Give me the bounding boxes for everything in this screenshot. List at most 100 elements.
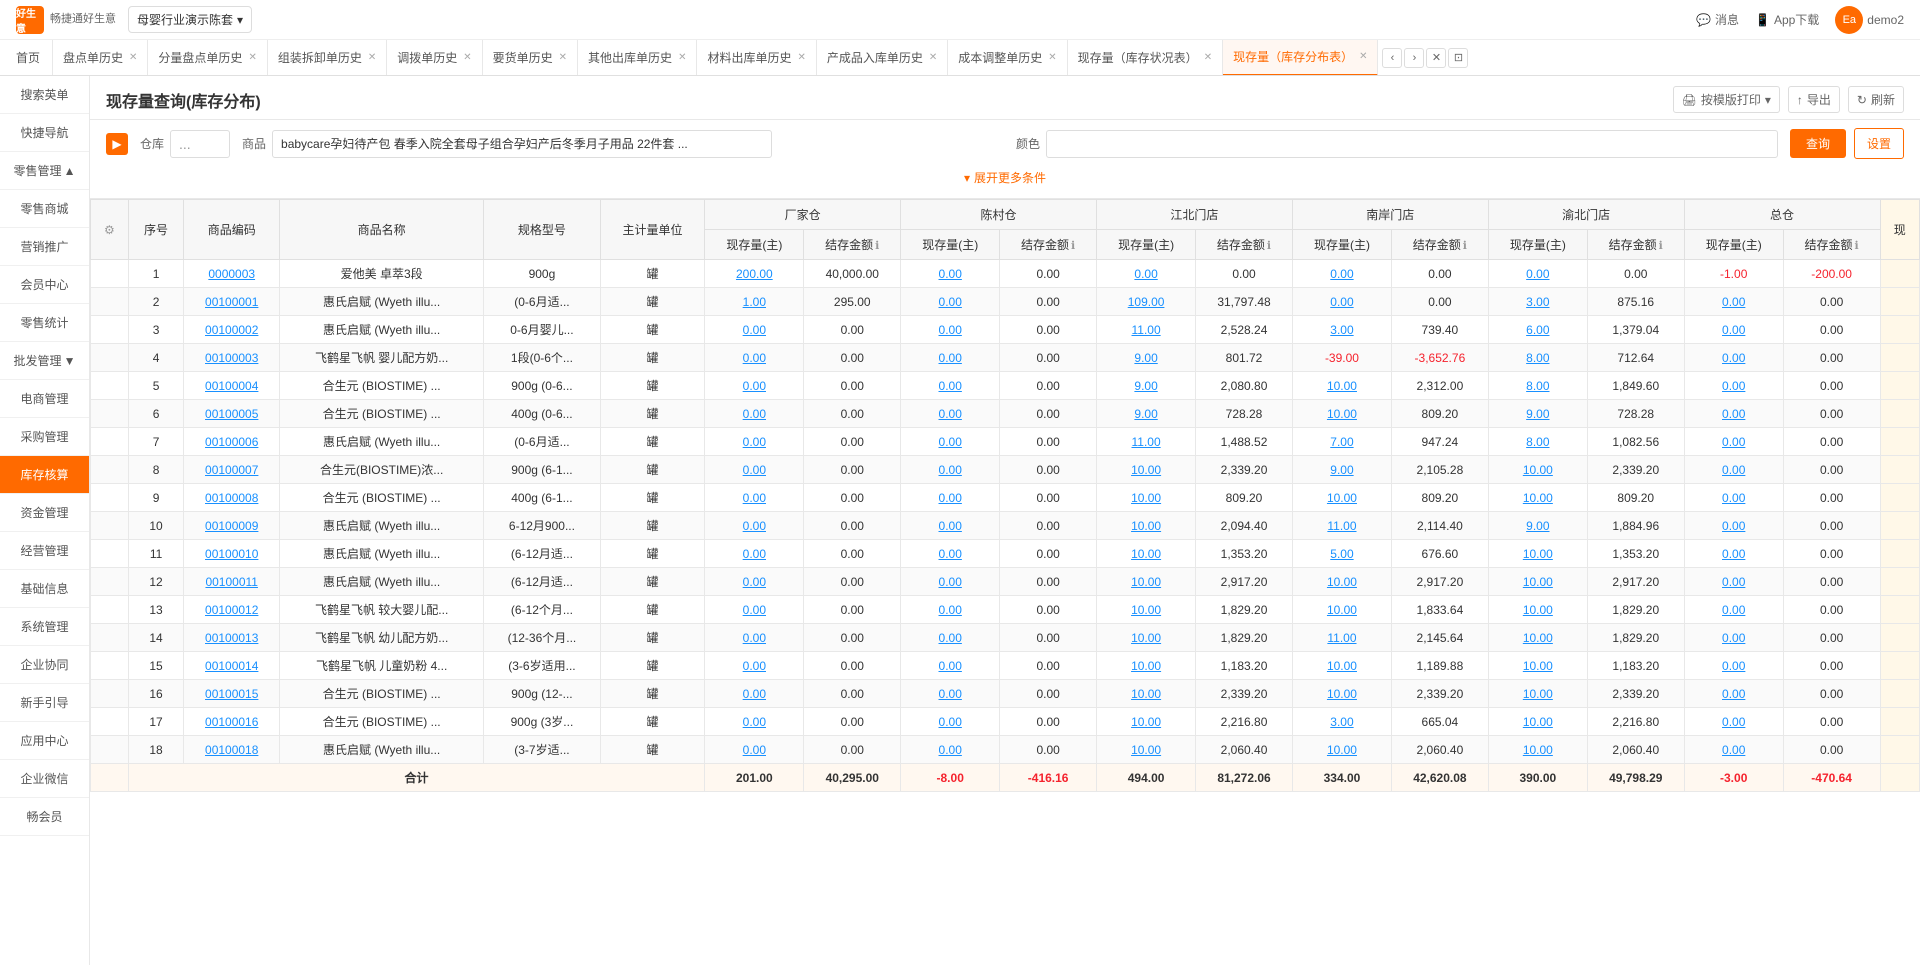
cell-jiangbeiamt: 0.00: [1196, 260, 1293, 288]
tab-pandian[interactable]: 盘点单历史✕: [53, 40, 148, 76]
tab-diaopo[interactable]: 调拨单历史✕: [387, 40, 482, 76]
tab-xiancunliang2[interactable]: 现存量（库存分布表）✕: [1223, 40, 1378, 76]
close-icon[interactable]: ✕: [129, 52, 137, 63]
refresh-btn[interactable]: ↻ 刷新: [1848, 86, 1904, 113]
info-icon[interactable]: ℹ: [1463, 240, 1467, 252]
tab-home[interactable]: 首页: [4, 40, 53, 76]
cell-chenamt: 0.00: [1000, 428, 1097, 456]
close-icon[interactable]: ✕: [1204, 52, 1212, 63]
tab-zuzhuan[interactable]: 组装拆卸单历史✕: [268, 40, 387, 76]
warehouse-input[interactable]: ...: [170, 130, 230, 158]
tab-xiancunliang1[interactable]: 现存量（库存状况表）✕: [1068, 40, 1223, 76]
cell-yubeiamt: 875.16: [1587, 288, 1684, 316]
message-action[interactable]: 💬 消息: [1696, 11, 1739, 28]
sidebar-item-guide[interactable]: 新手引导: [0, 684, 89, 722]
cell-nanaqty: 5.00: [1292, 540, 1391, 568]
tab-yaohuo[interactable]: 要货单历史✕: [483, 40, 578, 76]
export-btn[interactable]: ↑ 导出: [1788, 86, 1840, 113]
sidebar-item-ecommerce[interactable]: 电商管理: [0, 380, 89, 418]
sidebar-item-retail-shop[interactable]: 零售商城: [0, 190, 89, 228]
close-icon[interactable]: ✕: [797, 52, 805, 63]
cell-yubeiqty: 10.00: [1488, 540, 1587, 568]
sidebar-item-nav[interactable]: 快捷导航: [0, 114, 89, 152]
sidebar-item-inventory[interactable]: 库存核算: [0, 456, 89, 494]
sidebar-item-member[interactable]: 会员中心: [0, 266, 89, 304]
close-icon[interactable]: ✕: [1359, 51, 1367, 62]
tab-chengbentiaoz[interactable]: 成本调整单历史✕: [948, 40, 1067, 76]
warehouse-field: 仓库 ...: [140, 130, 230, 158]
sidebar-item-enterprise[interactable]: 企业协同: [0, 646, 89, 684]
cell-unit: 罐: [600, 596, 705, 624]
close-icon[interactable]: ✕: [559, 52, 567, 63]
close-icon[interactable]: ✕: [929, 52, 937, 63]
cell-no: 5: [128, 372, 184, 400]
close-icon[interactable]: ✕: [463, 52, 471, 63]
user-area[interactable]: Ea demo2: [1835, 6, 1904, 34]
gear-icon[interactable]: ⚙: [104, 223, 115, 237]
cell-yubeiamt: 2,339.20: [1587, 456, 1684, 484]
tab-next-btn[interactable]: ›: [1404, 48, 1424, 68]
info-icon[interactable]: ℹ: [1659, 240, 1663, 252]
cell-jiangbeiamt: 2,917.20: [1196, 568, 1293, 596]
collapse-btn[interactable]: ▶: [106, 133, 128, 155]
cell-settings: [91, 288, 129, 316]
sidebar-item-retail-stats[interactable]: 零售统计: [0, 304, 89, 342]
industry-selector[interactable]: 母婴行业演示陈套 ▾: [128, 6, 252, 33]
tab-chanpinruku[interactable]: 产成品入库单历史✕: [817, 40, 948, 76]
sidebar-item-search[interactable]: 搜索英单: [0, 76, 89, 114]
cell-code: 00100008: [184, 484, 280, 512]
sidebar-item-wechat[interactable]: 企业微信: [0, 760, 89, 798]
tab-prev-btn[interactable]: ‹: [1382, 48, 1402, 68]
sidebar-item-marketing[interactable]: 营销推广: [0, 228, 89, 266]
print-btn[interactable]: 🖨 按模版打印 ▾: [1673, 86, 1780, 113]
expand-conditions-btn[interactable]: ▾ 展开更多条件: [956, 165, 1054, 190]
sidebar-item-apps[interactable]: 应用中心: [0, 722, 89, 760]
info-icon[interactable]: ℹ: [875, 240, 879, 252]
info-icon[interactable]: ℹ: [1855, 240, 1859, 252]
cell-code: 00100001: [184, 288, 280, 316]
tab-close-btn[interactable]: ✕: [1426, 48, 1446, 68]
cell-yubeiamt: 1,353.20: [1587, 540, 1684, 568]
total-yubeiqty: 390.00: [1488, 764, 1587, 792]
chevron-down-icon: ▾: [237, 13, 243, 27]
sidebar-item-finance[interactable]: 资金管理: [0, 494, 89, 532]
cell-code: 00100003: [184, 344, 280, 372]
goods-input[interactable]: [272, 130, 772, 158]
setting-button[interactable]: 设置: [1854, 128, 1904, 159]
tab-expand-btn[interactable]: ⊡: [1448, 48, 1468, 68]
close-icon[interactable]: ✕: [678, 52, 686, 63]
search-button[interactable]: 查询: [1790, 129, 1846, 158]
cell-jiangbeiqty: 9.00: [1097, 344, 1196, 372]
cell-code: 00100013: [184, 624, 280, 652]
sidebar-item-member2[interactable]: 畅会员: [0, 798, 89, 836]
tab-qtchuku[interactable]: 其他出库单历史✕: [578, 40, 697, 76]
cell-code: 00100018: [184, 736, 280, 764]
col-nanaamt: 结存金额ℹ: [1392, 230, 1489, 260]
info-icon[interactable]: ℹ: [1071, 240, 1075, 252]
cell-yubeiamt: 1,829.20: [1587, 624, 1684, 652]
close-icon[interactable]: ✕: [368, 52, 376, 63]
sidebar-item-system[interactable]: 系统管理: [0, 608, 89, 646]
cell-jiangbeiqty: 10.00: [1097, 484, 1196, 512]
cell-totalqty: 0.00: [1684, 540, 1783, 568]
sidebar-item-purchase[interactable]: 采购管理: [0, 418, 89, 456]
sidebar-item-retail-mgmt[interactable]: 零售管理 ▲: [0, 152, 89, 190]
sidebar-item-wholesale[interactable]: 批发管理 ▼: [0, 342, 89, 380]
tab-clchuku[interactable]: 材料出库单历史✕: [697, 40, 816, 76]
tab-fenpandian[interactable]: 分量盘点单历史✕: [148, 40, 267, 76]
cell-yubeiamt: 728.28: [1587, 400, 1684, 428]
cell-unit: 罐: [600, 344, 705, 372]
total-nanaamt: 42,620.08: [1392, 764, 1489, 792]
color-input[interactable]: [1046, 130, 1778, 158]
sidebar-item-operations[interactable]: 经营管理: [0, 532, 89, 570]
refresh-icon: ↻: [1857, 93, 1867, 107]
cell-changjiaqty: 0.00: [705, 624, 804, 652]
col-yubeiqty: 现存量(主): [1488, 230, 1587, 260]
info-icon[interactable]: ℹ: [1267, 240, 1271, 252]
close-icon[interactable]: ✕: [1048, 52, 1056, 63]
cell-changjiaqty: 0.00: [705, 512, 804, 540]
col-settings[interactable]: ⚙: [91, 200, 129, 260]
close-icon[interactable]: ✕: [248, 52, 256, 63]
app-download-action[interactable]: 📱 App下载: [1755, 11, 1819, 28]
sidebar-item-basic[interactable]: 基础信息: [0, 570, 89, 608]
